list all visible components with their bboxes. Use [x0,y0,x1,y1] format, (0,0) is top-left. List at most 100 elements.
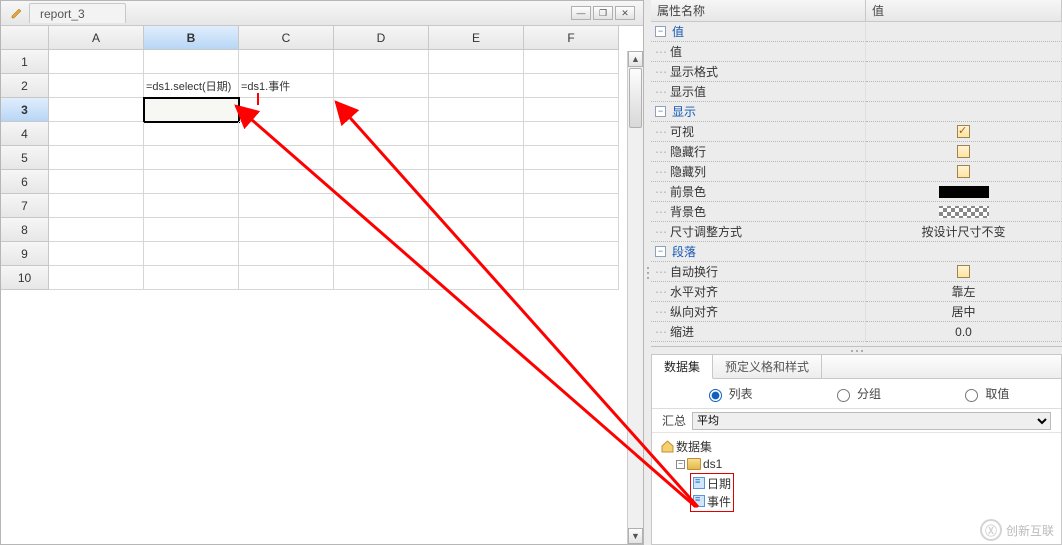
row-header[interactable]: 7 [1,194,49,218]
cell-F9[interactable] [524,242,619,266]
cell-A5[interactable] [49,146,144,170]
prop-row[interactable]: ⋯尺寸调整方式按设计尺寸不变 [651,222,1062,242]
cell-F8[interactable] [524,218,619,242]
prop-value[interactable]: 0.0 [866,322,1062,342]
cell-A1[interactable] [49,50,144,74]
cell-B3[interactable] [144,98,239,122]
row-header[interactable]: 6 [1,170,49,194]
cell-C10[interactable] [239,266,334,290]
cell-B8[interactable] [144,218,239,242]
edit-icon[interactable] [9,5,25,21]
row-header[interactable]: 5 [1,146,49,170]
prop-row[interactable]: ⋯隐藏行 [651,142,1062,162]
tab-predefined[interactable]: 预定义格和样式 [713,355,822,378]
cell-E4[interactable] [429,122,524,146]
sheet-corner[interactable] [1,26,49,50]
prop-value[interactable] [866,242,1062,262]
cell-D9[interactable] [334,242,429,266]
prop-value[interactable] [866,62,1062,82]
cell-D10[interactable] [334,266,429,290]
collapse-icon[interactable]: − [655,106,666,117]
cell-F2[interactable] [524,74,619,98]
radio-group[interactable]: 分组 [832,385,881,402]
cell-D4[interactable] [334,122,429,146]
cell-F7[interactable] [524,194,619,218]
cell-B5[interactable] [144,146,239,170]
scroll-thumb[interactable] [629,68,642,128]
prop-row[interactable]: ⋯显示值 [651,82,1062,102]
collapse-icon[interactable]: − [655,246,666,257]
summary-select[interactable]: 平均 [692,412,1051,430]
scroll-down-icon[interactable]: ▼ [628,528,643,544]
col-header[interactable]: B [144,26,239,50]
checkbox-icon[interactable] [957,165,970,178]
row-header[interactable]: 10 [1,266,49,290]
cell-A9[interactable] [49,242,144,266]
radio-value[interactable]: 取值 [960,385,1009,402]
cell-D3[interactable] [334,98,429,122]
cell-B7[interactable] [144,194,239,218]
prop-value[interactable] [866,102,1062,122]
minimize-button[interactable]: — [571,6,591,20]
tab-dataset[interactable]: 数据集 [652,355,713,379]
vertical-scrollbar[interactable]: ▲ ▼ [627,51,643,544]
cell-A2[interactable] [49,74,144,98]
close-button[interactable]: ✕ [615,6,635,20]
cell-A8[interactable] [49,218,144,242]
cell-D2[interactable] [334,74,429,98]
cell-A7[interactable] [49,194,144,218]
prop-row[interactable]: ⋯缩进0.0 [651,322,1062,342]
row-header[interactable]: 3 [1,98,49,122]
cell-C5[interactable] [239,146,334,170]
color-swatch[interactable] [939,186,989,198]
prop-value[interactable] [866,22,1062,42]
row-header[interactable]: 1 [1,50,49,74]
cell-F5[interactable] [524,146,619,170]
radio-list[interactable]: 列表 [704,385,753,402]
collapse-icon[interactable]: − [676,460,685,469]
row-header[interactable]: 4 [1,122,49,146]
cell-D8[interactable] [334,218,429,242]
row-header[interactable]: 9 [1,242,49,266]
checkbox-icon[interactable] [957,265,970,278]
prop-row[interactable]: ⋯值 [651,42,1062,62]
checkbox-icon[interactable] [957,145,970,158]
col-header[interactable]: C [239,26,334,50]
row-header[interactable]: 8 [1,218,49,242]
prop-row[interactable]: ⋯显示格式 [651,62,1062,82]
prop-row[interactable]: ⋯水平对齐靠左 [651,282,1062,302]
cell-B6[interactable] [144,170,239,194]
cell-D5[interactable] [334,146,429,170]
cell-C7[interactable] [239,194,334,218]
cell-D6[interactable] [334,170,429,194]
tree-root[interactable]: 数据集 [658,437,1055,455]
tree-col-event[interactable]: 事件 [693,492,731,510]
prop-value[interactable] [866,162,1062,182]
cell-C6[interactable] [239,170,334,194]
row-header[interactable]: 2 [1,74,49,98]
cell-F6[interactable] [524,170,619,194]
col-header[interactable]: D [334,26,429,50]
col-header[interactable]: A [49,26,144,50]
cell-F1[interactable] [524,50,619,74]
cell-B10[interactable] [144,266,239,290]
prop-row[interactable]: −显示 [651,102,1062,122]
vertical-splitter[interactable] [644,0,651,545]
cell-E8[interactable] [429,218,524,242]
cell-B2[interactable]: =ds1.select(日期) [144,74,239,98]
prop-row[interactable]: ⋯前景色 [651,182,1062,202]
tree-col-date[interactable]: 日期 [693,474,731,492]
color-swatch[interactable] [939,206,989,218]
cell-A10[interactable] [49,266,144,290]
cell-A6[interactable] [49,170,144,194]
checkbox-icon[interactable] [957,125,970,138]
cell-E2[interactable] [429,74,524,98]
cell-A4[interactable] [49,122,144,146]
cell-C3[interactable] [239,98,334,122]
scroll-up-icon[interactable]: ▲ [628,51,643,67]
col-header[interactable]: F [524,26,619,50]
cell-F4[interactable] [524,122,619,146]
report-tab[interactable]: report_3 [29,3,126,23]
cell-D7[interactable] [334,194,429,218]
prop-value[interactable] [866,202,1062,222]
